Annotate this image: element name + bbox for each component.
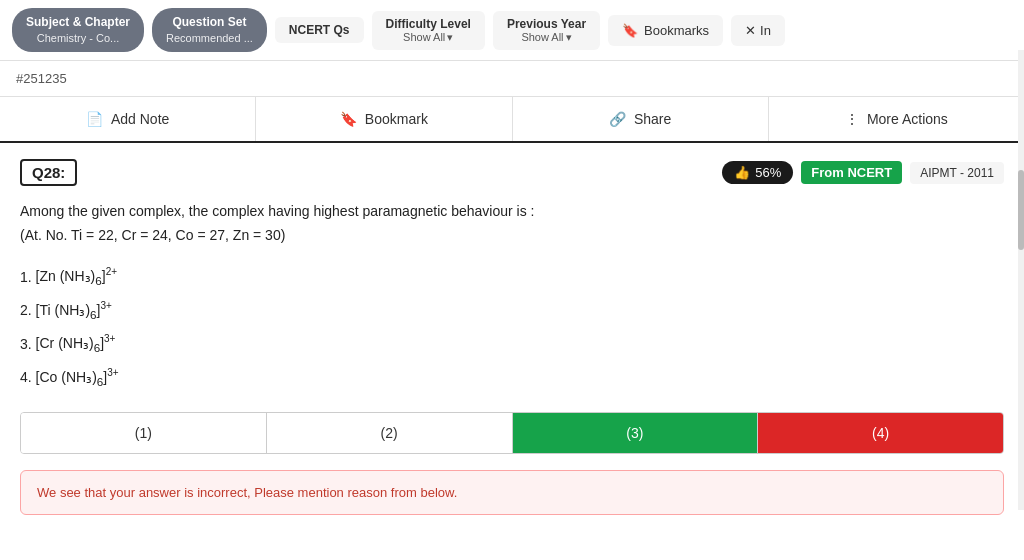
question-number: Q28:	[20, 159, 77, 186]
thumbs-up-icon: 👍	[734, 165, 750, 180]
scrollbar-track[interactable]	[1018, 50, 1024, 510]
option-2[interactable]: 2. [Ti (NH₃)6]3+	[20, 297, 1004, 324]
difficulty-label: Difficulty Level	[386, 17, 471, 31]
question-line1: Among the given complex, the complex hav…	[20, 200, 1004, 224]
option-4[interactable]: 4. [Co (NH₃)6]3+	[20, 364, 1004, 391]
previous-year-filter[interactable]: Previous Year Show All	[493, 11, 600, 50]
difficulty-sub: Show All	[403, 31, 453, 44]
answer-option-3-label: (3)	[626, 425, 643, 441]
answer-option-2-label: (2)	[381, 425, 398, 441]
answer-option-1-label: (1)	[135, 425, 152, 441]
thumb-percent: 56%	[755, 165, 781, 180]
answer-option-2[interactable]: (2)	[267, 413, 513, 453]
ncert-qs-label: NCERT Qs	[289, 23, 350, 37]
year-badge: AIPMT - 2011	[910, 162, 1004, 184]
answer-option-1[interactable]: (1)	[21, 413, 267, 453]
add-note-label: Add Note	[111, 111, 169, 127]
share-label: Share	[634, 111, 671, 127]
ncert-badge: From NCERT	[801, 161, 902, 184]
close-label: In	[760, 23, 771, 38]
difficulty-filter[interactable]: Difficulty Level Show All	[372, 11, 485, 50]
add-note-icon: 📄	[86, 111, 103, 127]
share-button[interactable]: 🔗 Share	[513, 97, 769, 141]
options-list: 1. [Zn (NH₃)6]2+ 2. [Ti (NH₃)6]3+ 3. [Cr…	[20, 264, 1004, 392]
bookmark-icon: 🔖	[622, 23, 638, 38]
more-actions-label: More Actions	[867, 111, 948, 127]
question-line2: (At. No. Ti = 22, Cr = 24, Co = 27, Zn =…	[20, 224, 1004, 248]
question-set-chip[interactable]: Question Set Recommended ...	[152, 8, 267, 52]
bookmark-button[interactable]: 🔖 Bookmark	[256, 97, 512, 141]
error-message: We see that your answer is incorrect, Pl…	[20, 470, 1004, 515]
error-text: We see that your answer is incorrect, Pl…	[37, 485, 457, 500]
question-text: Among the given complex, the complex hav…	[20, 200, 1004, 248]
option-3-num: 3.	[20, 335, 36, 351]
bookmarks-label: Bookmarks	[644, 23, 709, 38]
scrollbar-thumb[interactable]	[1018, 170, 1024, 250]
more-actions-icon: ⋮	[845, 111, 859, 127]
option-3[interactable]: 3. [Cr (NH₃)6]3+	[20, 331, 1004, 358]
option-2-formula: [Ti (NH₃)6]3+	[36, 302, 112, 318]
bookmark-label: Bookmark	[365, 111, 428, 127]
answer-option-3[interactable]: (3)	[513, 413, 759, 453]
question-id-bar: #251235	[0, 61, 1024, 97]
bookmarks-button[interactable]: 🔖 Bookmarks	[608, 15, 723, 46]
share-icon: 🔗	[609, 111, 626, 127]
question-set-label: Question Set	[172, 14, 246, 31]
option-3-formula: [Cr (NH₃)6]3+	[36, 335, 116, 351]
question-header: Q28: 👍 56% From NCERT AIPMT - 2011	[20, 159, 1004, 186]
option-2-num: 2.	[20, 302, 36, 318]
answer-option-4-label: (4)	[872, 425, 889, 441]
answer-bar: (1) (2) (3) (4)	[20, 412, 1004, 454]
subject-chapter-label: Subject & Chapter	[26, 14, 130, 31]
question-meta: 👍 56% From NCERT AIPMT - 2011	[722, 161, 1004, 184]
more-actions-button[interactable]: ⋮ More Actions	[769, 97, 1024, 141]
subject-chapter-chip[interactable]: Subject & Chapter Chemistry - Co...	[12, 8, 144, 52]
close-icon: ✕	[745, 23, 756, 38]
question-id: #251235	[16, 71, 67, 86]
filter-bar: Subject & Chapter Chemistry - Co... Ques…	[0, 0, 1024, 61]
bookmark-icon: 🔖	[340, 111, 357, 127]
thumb-up-badge: 👍 56%	[722, 161, 793, 184]
option-4-num: 4.	[20, 369, 36, 385]
subject-chapter-sub: Chemistry - Co...	[37, 31, 120, 46]
close-button[interactable]: ✕ In	[731, 15, 785, 46]
question-set-sub: Recommended ...	[166, 31, 253, 46]
add-note-button[interactable]: 📄 Add Note	[0, 97, 256, 141]
previous-year-label: Previous Year	[507, 17, 586, 31]
option-4-formula: [Co (NH₃)6]3+	[36, 369, 119, 385]
action-bar: 📄 Add Note 🔖 Bookmark 🔗 Share ⋮ More Act…	[0, 97, 1024, 143]
main-content: Q28: 👍 56% From NCERT AIPMT - 2011 Among…	[0, 143, 1024, 530]
option-1-num: 1.	[20, 268, 36, 284]
option-1-formula: [Zn (NH₃)6]2+	[36, 268, 117, 284]
answer-option-4[interactable]: (4)	[758, 413, 1003, 453]
previous-year-sub: Show All	[521, 31, 571, 44]
option-1[interactable]: 1. [Zn (NH₃)6]2+	[20, 264, 1004, 291]
ncert-qs-filter[interactable]: NCERT Qs	[275, 17, 364, 43]
